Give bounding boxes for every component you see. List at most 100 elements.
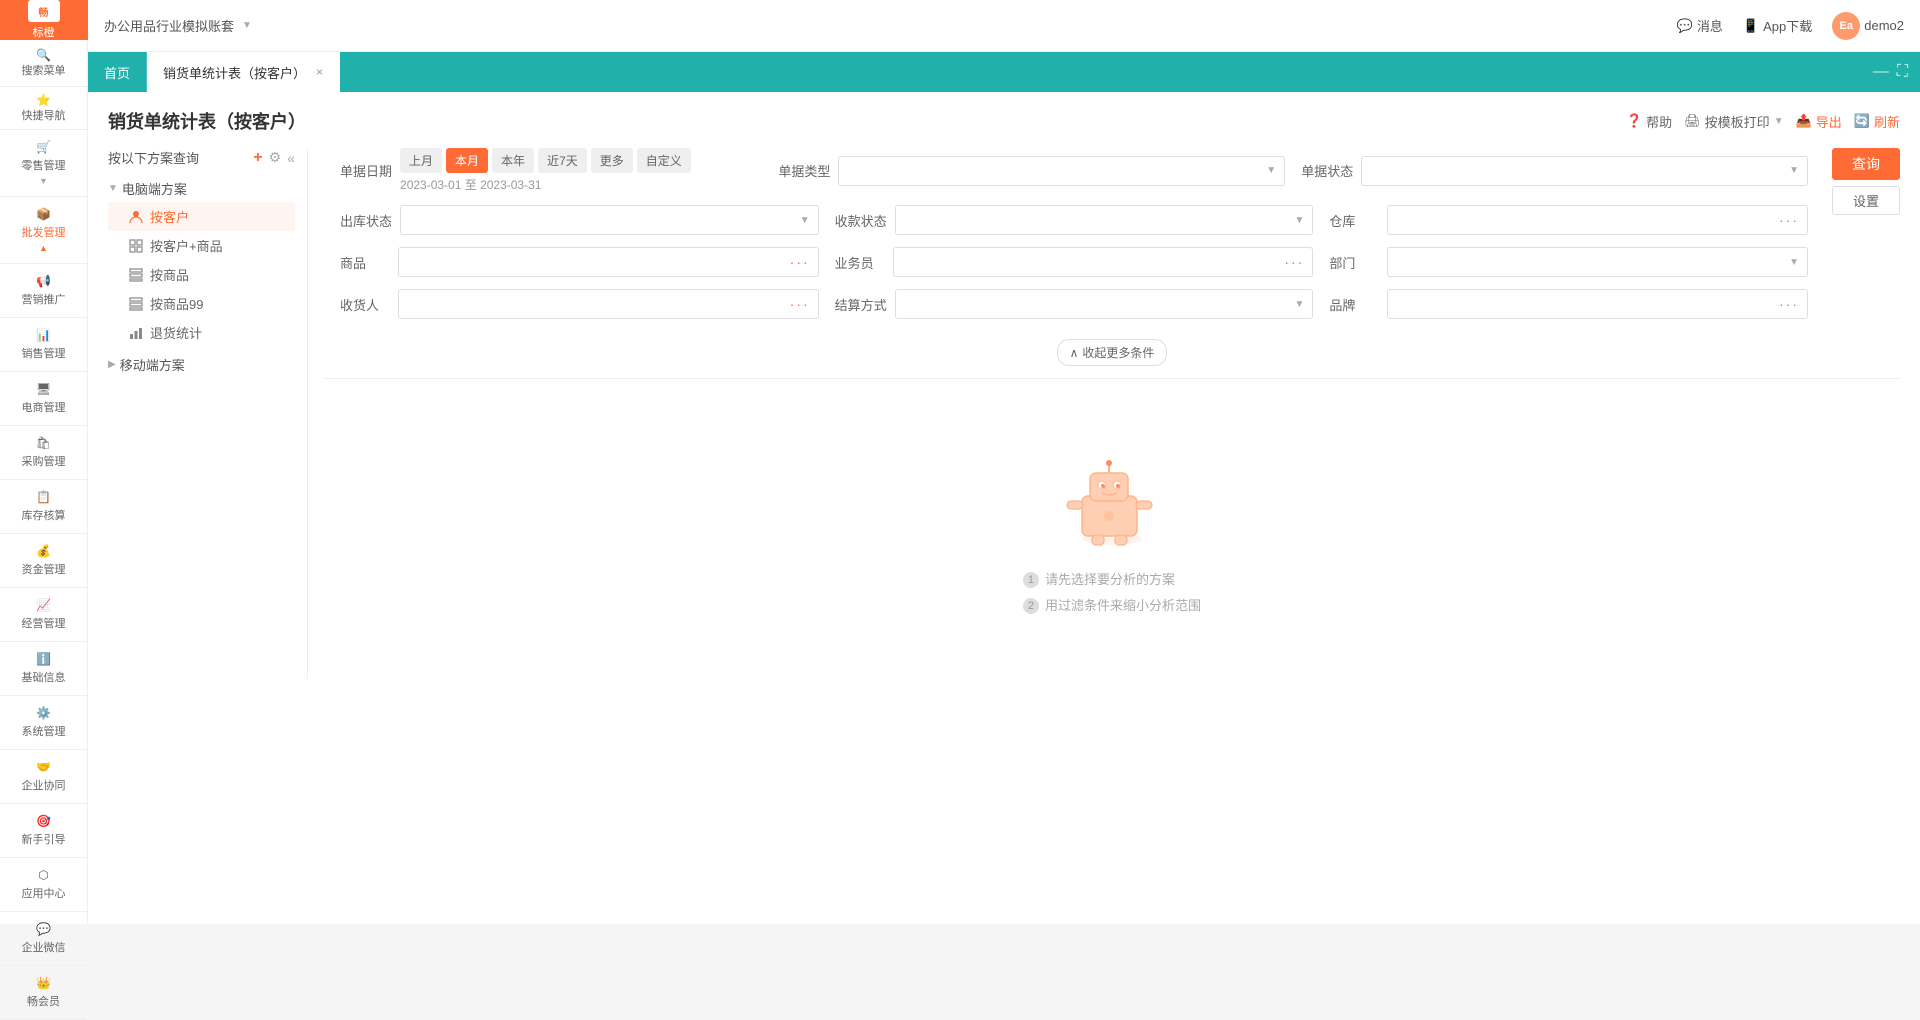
print-btn[interactable]: 🖨 按模板打印 ▼ — [1684, 112, 1783, 131]
app-download-btn[interactable]: 📱 App下载 — [1743, 16, 1812, 35]
query-button[interactable]: 查询 — [1832, 148, 1900, 180]
filter-row-4: 收货人 ··· 结算方式 — [340, 289, 1808, 319]
filter-receiver-dots: ··· — [790, 296, 810, 312]
filter-receiver-label: 收货人 — [340, 295, 390, 314]
filter-settle-control[interactable]: ▼ — [895, 289, 1314, 319]
sidebar-item-wholesale[interactable]: 📦 批发管理 ▲ — [0, 197, 87, 264]
sales-label: 销售管理 — [22, 345, 66, 361]
sidebar-item-basics[interactable]: ℹ️ 基础信息 — [0, 642, 87, 696]
refresh-btn[interactable]: 🔄 刷新 — [1854, 112, 1900, 131]
sidebar-item-finance[interactable]: 💰 资金管理 — [0, 534, 87, 588]
sidebar-item-operations[interactable]: 📈 经营管理 — [0, 588, 87, 642]
sidebar-item-quick-nav[interactable]: ⭐ 快捷导航 — [0, 87, 87, 130]
retail-arrow: ▼ — [39, 176, 48, 186]
filter-status-label: 单据状态 — [1301, 161, 1353, 180]
scheme-item-by-customer[interactable]: 按客户 — [108, 202, 295, 231]
filter-goods-control[interactable]: ··· — [398, 247, 819, 277]
scheme-group-pc: ▼ 电脑端方案 按客户 — [108, 175, 295, 347]
sidebar-item-system[interactable]: ⚙️ 系统管理 — [0, 696, 87, 750]
user-menu[interactable]: Ea demo2 — [1832, 12, 1904, 40]
filter-out-status-control[interactable]: ▼ — [400, 205, 819, 235]
sidebar-item-inventory[interactable]: 📋 库存核算 — [0, 480, 87, 534]
sidebar-item-corp-collab[interactable]: 🤝 企业协同 — [0, 750, 87, 804]
sidebar-logo: 畅 标橙 — [0, 0, 88, 40]
filter-row-1: 单据日期 上月 本月 本年 近7天 更多 自定义 — [340, 148, 1808, 193]
tab-home[interactable]: 首页 — [88, 52, 147, 92]
sidebar-item-sales[interactable]: 📊 销售管理 — [0, 318, 87, 372]
filter-pay-status-control[interactable]: ▼ — [895, 205, 1314, 235]
filter-brand-control[interactable]: ··· — [1387, 289, 1808, 319]
filter-item-salesperson: 业务员 ··· — [835, 247, 1314, 277]
message-icon: 💬 — [1677, 18, 1693, 34]
message-btn[interactable]: 💬 消息 — [1677, 16, 1723, 35]
step-2-num: 2 — [1023, 598, 1039, 614]
help-label: 帮助 — [1646, 112, 1672, 131]
filter-form: 单据日期 上月 本月 本年 近7天 更多 自定义 — [324, 148, 1808, 331]
filter-status-control[interactable]: ▼ — [1361, 156, 1808, 186]
sidebar-item-marketing[interactable]: 📢 营销推广 — [0, 264, 87, 318]
corp-wechat-label: 企业微信 — [22, 939, 66, 955]
filter-salesperson-dots: ··· — [1284, 254, 1304, 270]
collapse-button[interactable]: ∧ 收起更多条件 — [1057, 339, 1168, 366]
logo-icon: 畅 — [28, 0, 60, 22]
filter-item-type: 单据类型 ▼ — [778, 156, 1285, 186]
date-btn-this-month[interactable]: 本月 — [446, 148, 488, 173]
tab-minimize-btn[interactable]: — — [1873, 63, 1889, 81]
scheme-group-mobile-header[interactable]: ▶ 移动端方案 — [108, 351, 295, 378]
settings-button[interactable]: 设置 — [1832, 186, 1900, 215]
filter-pay-status-label: 收款状态 — [835, 211, 887, 230]
tab-sales-report[interactable]: 销货单统计表（按客户） × — [147, 52, 340, 92]
scheme-item-by-goods99[interactable]: 按商品99 — [108, 289, 295, 318]
date-btn-last-month[interactable]: 上月 — [400, 148, 442, 173]
scheme-item-by-customer-goods-icon — [128, 238, 144, 254]
scheme-settings-btn[interactable]: ⚙ — [269, 149, 282, 166]
filter-type-control[interactable]: ▼ — [838, 156, 1285, 186]
tab-maximize-btn[interactable]: ⛶ — [1897, 63, 1908, 81]
filter-receiver-control[interactable]: ··· — [398, 289, 819, 319]
scheme-group-pc-header[interactable]: ▼ 电脑端方案 — [108, 175, 295, 202]
sidebar-item-member[interactable]: 👑 畅会员 — [0, 966, 87, 1020]
scheme-item-by-customer-goods[interactable]: 按客户+商品 — [108, 231, 295, 260]
sidebar-item-retail[interactable]: 🛒 零售管理 ▼ — [0, 130, 87, 197]
marketing-icon: 📢 — [36, 274, 51, 288]
sidebar-item-purchase[interactable]: 🛍 采购管理 — [0, 426, 87, 480]
filter-department-label: 部门 — [1329, 253, 1379, 272]
filter-type-label: 单据类型 — [778, 161, 830, 180]
filter-row-3: 商品 ··· 业务员 — [340, 247, 1808, 277]
date-btn-last-7days[interactable]: 近7天 — [538, 148, 587, 173]
filter-goods-label: 商品 — [340, 253, 390, 272]
filter-date-label: 单据日期 — [340, 161, 392, 180]
scheme-item-by-goods[interactable]: 按商品 — [108, 260, 295, 289]
date-btn-this-year[interactable]: 本年 — [492, 148, 534, 173]
page-actions: ❓ 帮助 🖨 按模板打印 ▼ 📤 导出 🔄 刷新 — [1626, 112, 1900, 131]
filter-and-actions: 单据日期 上月 本月 本年 近7天 更多 自定义 — [308, 148, 1900, 679]
scheme-add-btn[interactable]: + — [253, 149, 262, 167]
filter-item-pay-status: 收款状态 ▼ — [835, 205, 1314, 235]
sidebar-item-guide[interactable]: 🎯 新手引导 — [0, 804, 87, 858]
filter-warehouse-control[interactable]: ··· — [1387, 205, 1808, 235]
filter-salesperson-control[interactable]: ··· — [893, 247, 1314, 277]
scheme-item-return-stats[interactable]: 退货统计 — [108, 318, 295, 347]
sidebar-item-search[interactable]: 🔍 搜索菜单 — [0, 40, 87, 87]
tab-close-btn[interactable]: × — [316, 65, 323, 79]
help-btn[interactable]: ❓ 帮助 — [1626, 112, 1672, 131]
purchase-icon: 🛍 — [36, 436, 51, 450]
retail-icon: 🛒 — [36, 140, 51, 154]
empty-step-1: 1 请先选择要分析的方案 — [1023, 567, 1201, 593]
sidebar-item-ecommerce[interactable]: 🖥 电商管理 — [0, 372, 87, 426]
refresh-icon: 🔄 — [1854, 113, 1870, 129]
scheme-collapse-btn[interactable]: « — [287, 150, 295, 166]
date-btn-more[interactable]: 更多 — [591, 148, 633, 173]
export-btn[interactable]: 📤 导出 — [1796, 112, 1842, 131]
sidebar-item-appcenter[interactable]: ⬡ 应用中心 — [0, 858, 87, 912]
scheme-panel: 按以下方案查询 + ⚙ « ▼ 电脑端方案 — [108, 148, 308, 679]
operations-label: 经营管理 — [22, 615, 66, 631]
sidebar-item-corp-wechat[interactable]: 💬 企业微信 — [0, 912, 87, 966]
collapse-label: 收起更多条件 — [1082, 344, 1154, 361]
filter-form-wrapper: 单据日期 上月 本月 本年 近7天 更多 自定义 — [324, 148, 1900, 331]
account-dropdown-arrow[interactable]: ▼ — [242, 20, 252, 31]
filter-department-control[interactable]: ▼ — [1387, 247, 1808, 277]
logo-label: 标橙 — [33, 24, 55, 40]
date-btn-custom[interactable]: 自定义 — [637, 148, 691, 173]
filter-item-settle: 结算方式 ▼ — [835, 289, 1314, 319]
